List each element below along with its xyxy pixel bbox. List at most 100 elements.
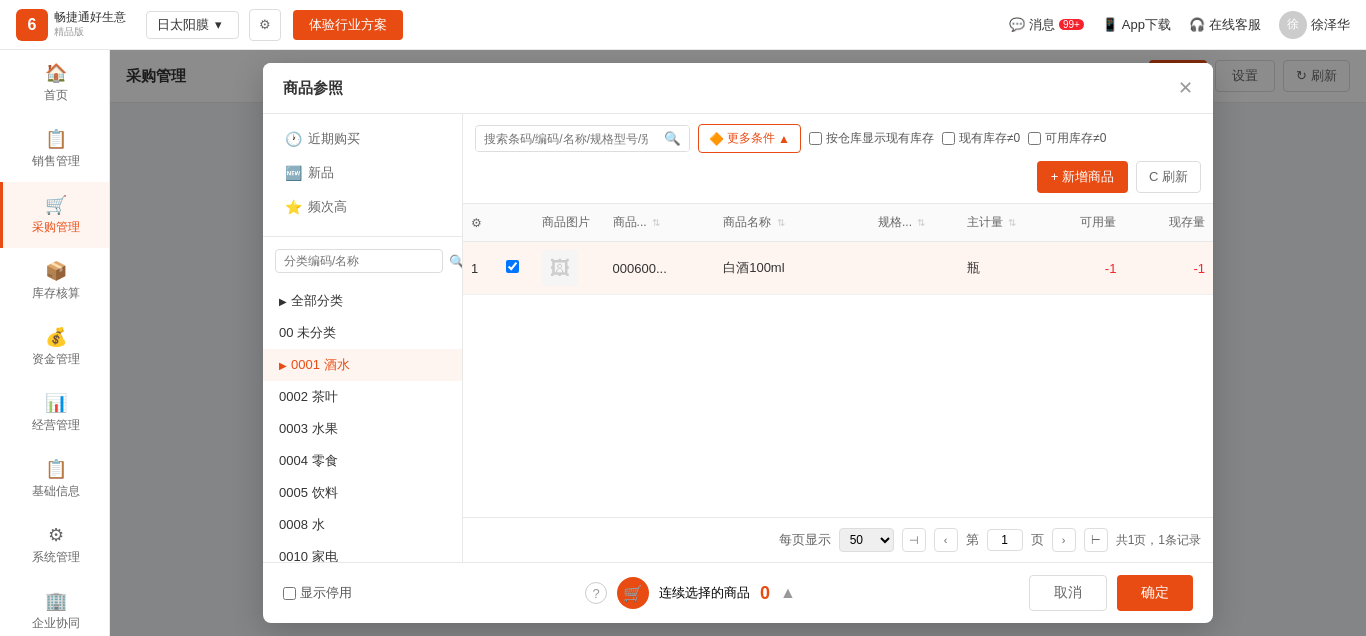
tab-label-new: 新品 xyxy=(308,164,334,182)
sidebar-label-sales: 销售管理 xyxy=(32,153,80,170)
sidebar-label-base: 基础信息 xyxy=(32,483,80,500)
nonzero-available-checkbox[interactable]: 可用库存≠0 xyxy=(1028,130,1106,147)
user-menu[interactable]: 徐 徐泽华 xyxy=(1279,11,1350,39)
search-button[interactable]: 🔍 xyxy=(656,126,689,151)
tab-recent[interactable]: 🕐近期购买 xyxy=(275,124,450,154)
sidebar-label-home: 首页 xyxy=(44,87,68,104)
category-label-0003: 0003 水果 xyxy=(279,420,338,438)
nonzero-available-input[interactable] xyxy=(1028,132,1041,145)
per-page-select[interactable]: 501020100 xyxy=(839,528,894,552)
settings-button[interactable]: ⚙ xyxy=(249,9,281,41)
stock-by-warehouse-checkbox[interactable]: 按仓库显示现有库存 xyxy=(809,130,934,147)
cart-icon[interactable]: 🛒 xyxy=(617,577,649,609)
col-header-name[interactable]: 商品名称 ⇅ xyxy=(715,204,870,242)
sidebar-item-finance[interactable]: 💰资金管理 xyxy=(0,314,109,380)
online-service-button[interactable]: 🎧 在线客服 xyxy=(1189,16,1261,34)
first-page-button[interactable]: ⊣ xyxy=(902,528,926,552)
col-unit-sort-icon: ⇅ xyxy=(1008,217,1016,228)
sidebar-icon-inventory: 📦 xyxy=(45,260,67,282)
cart-count: 0 xyxy=(760,583,770,604)
sidebar-item-operation[interactable]: 📊经营管理 xyxy=(0,380,109,446)
category-item-all[interactable]: ▶全部分类 xyxy=(263,285,462,317)
nonzero-stock-checkbox[interactable]: 现有库存≠0 xyxy=(942,130,1020,147)
col-header-available: 可用量 xyxy=(1036,204,1124,242)
table-row[interactable]: 1 🖼 000600... 白酒100ml 瓶 -1 -1 xyxy=(463,242,1213,295)
modal-header: 商品参照 ✕ xyxy=(263,63,1213,114)
filter-label: 更多条件 xyxy=(727,130,775,147)
logo-name: 畅捷通好生意 xyxy=(54,10,126,26)
sidebar-label-purchase: 采购管理 xyxy=(32,219,80,236)
category-item-0005[interactable]: 0005 饮料 xyxy=(263,477,462,509)
category-item-0010[interactable]: 0010 家电 xyxy=(263,541,462,562)
sidebar-item-base[interactable]: 📋基础信息 xyxy=(0,446,109,512)
top-nav: 6 畅捷通好生意 精品版 日太阳膜 ▾ ⚙ 体验行业方案 💬 消息 99+ 📱 … xyxy=(0,0,1366,50)
tab-new[interactable]: 🆕新品 xyxy=(275,158,450,188)
page-total: 共1页，1条记录 xyxy=(1116,532,1201,549)
col-header-unit[interactable]: 主计量 ⇅ xyxy=(959,204,1036,242)
category-item-0008[interactable]: 0008 水 xyxy=(263,509,462,541)
last-page-button[interactable]: ⊢ xyxy=(1084,528,1108,552)
col-header-check xyxy=(498,204,533,242)
collapse-button[interactable]: 《 xyxy=(462,320,463,356)
category-item-0003[interactable]: 0003 水果 xyxy=(263,413,462,445)
modal-footer: 显示停用 ? 🛒 连续选择的商品 0 ▲ 取消 确定 xyxy=(263,562,1213,623)
logo-area: 6 畅捷通好生意 精品版 xyxy=(16,9,126,41)
tab-frequent[interactable]: ⭐频次高 xyxy=(275,192,450,222)
sidebar-label-operation: 经营管理 xyxy=(32,417,80,434)
category-label-0004: 0004 零食 xyxy=(279,452,338,470)
logo-icon: 6 xyxy=(16,9,48,41)
category-item-0004[interactable]: 0004 零食 xyxy=(263,445,462,477)
modal-close-button[interactable]: ✕ xyxy=(1178,77,1193,99)
add-product-button[interactable]: + 新增商品 xyxy=(1037,161,1128,193)
messages-button[interactable]: 💬 消息 99+ xyxy=(1009,16,1084,34)
store-selector[interactable]: 日太阳膜 ▾ xyxy=(146,11,239,39)
product-search-input[interactable] xyxy=(476,127,656,151)
stock-by-warehouse-input[interactable] xyxy=(809,132,822,145)
show-disabled-input[interactable] xyxy=(283,587,296,600)
prev-page-button[interactable]: ‹ xyxy=(934,528,958,552)
sidebar-item-purchase[interactable]: 🛒采购管理 xyxy=(0,182,109,248)
message-icon: 💬 xyxy=(1009,17,1025,32)
collapse-up-button[interactable]: ▲ xyxy=(780,584,796,602)
col-spec-label: 规格... xyxy=(878,215,912,229)
help-button[interactable]: ? xyxy=(585,582,607,604)
messages-badge: 99+ xyxy=(1059,19,1084,30)
confirm-button[interactable]: 确定 xyxy=(1117,575,1193,611)
page-label: 第 xyxy=(966,531,979,549)
cancel-button[interactable]: 取消 xyxy=(1029,575,1107,611)
category-list: ▶全部分类00 未分类▶0001 酒水0002 茶叶 0003 水果 0004 零食… xyxy=(263,281,462,562)
show-disabled-checkbox[interactable]: 显示停用 xyxy=(283,584,352,602)
col-code-sort-icon: ⇅ xyxy=(652,217,660,228)
sidebar-item-sales[interactable]: 📋 销售管理 xyxy=(0,116,109,182)
cell-check-0[interactable] xyxy=(498,242,533,295)
sidebar-item-enterprise[interactable]: 🏢企业协同 xyxy=(0,578,109,636)
category-item-00[interactable]: 00 未分类 xyxy=(263,317,462,349)
sidebar-item-system[interactable]: ⚙系统管理 xyxy=(0,512,109,578)
sidebar-item-home[interactable]: 🏠首页 xyxy=(0,50,109,116)
sidebar-icon-enterprise: 🏢 xyxy=(45,590,67,612)
main-content: 采购管理 查询 设置 ↻ 刷新 商品参照 ✕ xyxy=(110,50,1366,636)
messages-label: 消息 xyxy=(1029,16,1055,34)
col-header-code[interactable]: 商品... ⇅ xyxy=(605,204,716,242)
category-search-input[interactable] xyxy=(275,249,443,273)
product-table-container: ⚙ 商品图片 商品... ⇅ 商品名称 xyxy=(463,204,1213,517)
col-spec-sort-icon: ⇅ xyxy=(917,217,925,228)
more-filter-button[interactable]: 🔶 更多条件 ▲ xyxy=(698,124,801,153)
next-page-button[interactable]: › xyxy=(1052,528,1076,552)
industry-solution-button[interactable]: 体验行业方案 xyxy=(293,10,403,40)
col-header-spec[interactable]: 规格... ⇅ xyxy=(870,204,958,242)
col-header-settings[interactable]: ⚙ xyxy=(463,204,498,242)
category-search-icon[interactable]: 🔍 xyxy=(449,254,463,269)
app-download-button[interactable]: 📱 App下载 xyxy=(1102,16,1171,34)
category-item-0001[interactable]: ▶0001 酒水 xyxy=(263,349,462,381)
row-checkbox-0[interactable] xyxy=(506,260,519,273)
per-page-label: 每页显示 xyxy=(779,531,831,549)
category-arrow-all: ▶ xyxy=(279,296,287,307)
nonzero-stock-input[interactable] xyxy=(942,132,955,145)
page-input[interactable] xyxy=(987,529,1023,551)
refresh-list-button[interactable]: C 刷新 xyxy=(1136,161,1201,193)
sidebar-item-inventory[interactable]: 📦库存核算 xyxy=(0,248,109,314)
sidebar-icon-sales: 📋 xyxy=(45,128,67,150)
category-item-0002[interactable]: 0002 茶叶 xyxy=(263,381,462,413)
category-label-0005: 0005 饮料 xyxy=(279,484,338,502)
